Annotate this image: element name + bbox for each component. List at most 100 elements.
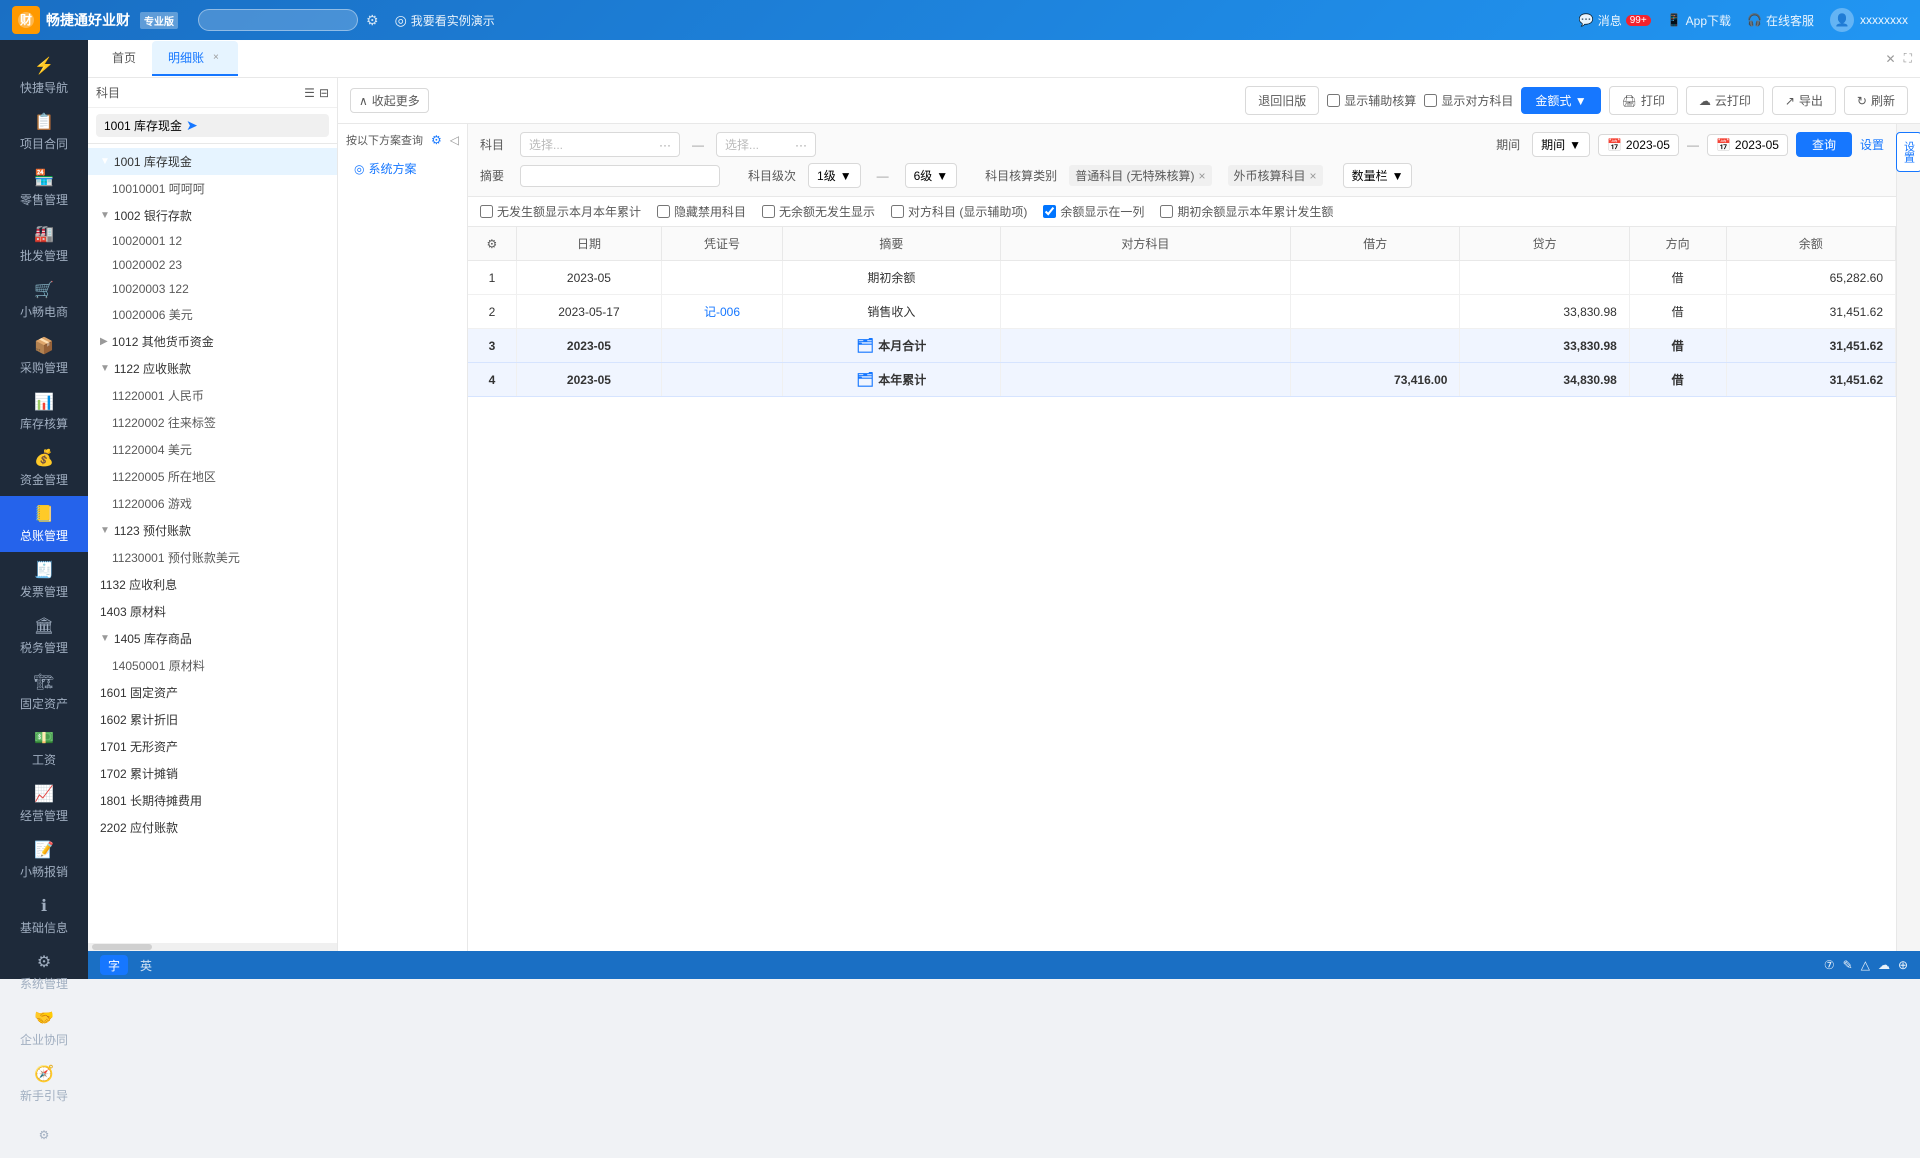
summary-input[interactable] [520, 165, 720, 187]
status-icon-5[interactable]: ⊕ [1898, 958, 1908, 972]
tree-item-10020006[interactable]: 10020006 美元 [88, 301, 337, 328]
account-nav-arrow[interactable]: ➤ [186, 117, 198, 134]
tree-item-2202[interactable]: 2202 应付账款 [88, 814, 337, 841]
query-settings-icon[interactable]: ⚙ [431, 133, 442, 147]
tree-item-11230001[interactable]: 11230001 预付账款美元 [88, 544, 337, 571]
tab-expand-icon[interactable]: ⛶ [1904, 51, 1912, 66]
cb-period-balance[interactable]: 期初余额显示本年累计发生额 [1160, 203, 1333, 220]
cb-hide-disabled[interactable]: 隐藏禁用科目 [657, 203, 746, 220]
no-occurrence-checkbox[interactable] [480, 205, 493, 218]
balance-inline-checkbox[interactable] [1043, 205, 1056, 218]
tree-item-11220005[interactable]: 11220005 所在地区 [88, 463, 337, 490]
cloud-print-btn[interactable]: ☁ 云打印 [1686, 86, 1764, 115]
filter-settings-btn[interactable]: 设置 [1860, 136, 1884, 153]
top-search-input[interactable] [198, 9, 358, 31]
collapse-icon[interactable]: ⊟ [319, 86, 329, 100]
collapse-more-btn[interactable]: ∧ 收起更多 [350, 88, 429, 113]
tree-item-11220004[interactable]: 11220004 美元 [88, 436, 337, 463]
refresh-btn[interactable]: ↻ 刷新 [1844, 86, 1908, 115]
tree-item-1123[interactable]: ▼ 1123 预付账款 [88, 517, 337, 544]
message-btn[interactable]: 💬 消息 99+ [1579, 12, 1651, 29]
search-btn[interactable]: 查询 [1796, 132, 1852, 157]
tree-item-10010001[interactable]: 10010001 呵呵呵 [88, 175, 337, 202]
cb-opposite-display[interactable]: 对方科目 (显示辅助项) [891, 203, 1027, 220]
tree-item-1801[interactable]: 1801 长期待摊费用 [88, 787, 337, 814]
online-service-btn[interactable]: 🎧 在线客服 [1747, 12, 1814, 29]
gear-icon[interactable]: ⚙ [487, 237, 498, 251]
subject-input[interactable]: 选择... ··· [520, 132, 680, 157]
tree-item-1602[interactable]: 1602 累计折旧 [88, 706, 337, 733]
lang-toggle[interactable]: 英 [140, 957, 152, 974]
sidebar-item-purchase[interactable]: 📦 采购管理 [0, 328, 88, 384]
query-collapse-icon[interactable]: ◁ [450, 133, 459, 147]
tab-close-btn[interactable]: × [210, 51, 222, 64]
aux-checkbox[interactable] [1327, 94, 1340, 107]
sidebar-item-sys-mgmt[interactable]: ⚙ 系统管理 [0, 944, 88, 1000]
tree-item-10020001[interactable]: 10020001 12 [88, 229, 337, 253]
tree-item-1132[interactable]: 1132 应收利息 [88, 571, 337, 598]
tree-item-1122[interactable]: ▼ 1122 应收账款 [88, 355, 337, 382]
app-download-btn[interactable]: 📱 App下载 [1667, 12, 1731, 29]
sidebar-item-enterprise[interactable]: 🤝 企业协同 [0, 1000, 88, 1056]
sidebar-item-wholesale[interactable]: 🏭 批发管理 [0, 216, 88, 272]
no-balance-checkbox[interactable] [762, 205, 775, 218]
level-from-select[interactable]: 1级 ▼ [808, 163, 861, 188]
tree-item-1601[interactable]: 1601 固定资产 [88, 679, 337, 706]
horizontal-scrollbar[interactable] [88, 943, 337, 951]
sidebar-item-invoice[interactable]: 🧾 发票管理 [0, 552, 88, 608]
status-icon-3[interactable]: △ [1861, 958, 1870, 972]
sidebar-item-operations[interactable]: 📈 经营管理 [0, 776, 88, 832]
calc-tag-close-2[interactable]: × [1310, 169, 1317, 183]
opposite-display-checkbox[interactable] [891, 205, 904, 218]
tree-item-1701[interactable]: 1701 无形资产 [88, 733, 337, 760]
tab-home[interactable]: 首页 [96, 41, 152, 76]
tab-detail-account[interactable]: 明细账 × [152, 41, 238, 76]
period-start-select[interactable]: 📅 2023-05 [1598, 134, 1679, 156]
hide-disabled-checkbox[interactable] [657, 205, 670, 218]
show-aux-check[interactable]: 显示辅助核算 [1327, 92, 1416, 109]
voucher-link[interactable]: 记-006 [704, 305, 740, 319]
cb-balance-inline[interactable]: 余额显示在一列 [1043, 203, 1144, 220]
sidebar-item-payroll[interactable]: 💵 工资 [0, 720, 88, 776]
demo-link[interactable]: ◎ 我要看实例演示 [395, 12, 495, 29]
tree-item-1403[interactable]: 1403 原材料 [88, 598, 337, 625]
back-to-old-btn[interactable]: 退回旧版 [1245, 86, 1319, 115]
sidebar-item-guide[interactable]: 🧭 新手引导 [0, 1056, 88, 1112]
period-end-select[interactable]: 📅 2023-05 [1707, 134, 1788, 156]
sidebar-item-ecommerce[interactable]: 🛒 小畅电商 [0, 272, 88, 328]
sidebar-item-project-contract[interactable]: 📋 项目合同 [0, 104, 88, 160]
sidebar-item-retail[interactable]: 🏪 零售管理 [0, 160, 88, 216]
period-balance-checkbox[interactable] [1160, 205, 1173, 218]
sidebar-item-general-ledger[interactable]: 📒 总账管理 [0, 496, 88, 552]
tree-item-1012[interactable]: ▶ 1012 其他货币资金 [88, 328, 337, 355]
status-icon-1[interactable]: ⑦ [1824, 958, 1835, 972]
tree-item-11220001[interactable]: 11220001 人民币 [88, 382, 337, 409]
tree-item-10020002[interactable]: 10020002 23 [88, 253, 337, 277]
status-icon-4[interactable]: ☁ [1878, 958, 1890, 972]
tab-close-icon[interactable]: ✕ [1886, 52, 1896, 66]
cb-no-balance[interactable]: 无余额无发生显示 [762, 203, 875, 220]
print-btn[interactable]: 🖨 打印 [1609, 86, 1678, 115]
tree-item-14050001[interactable]: 14050001 原材料 [88, 652, 337, 679]
side-settings-btn[interactable]: 设置 [1896, 132, 1920, 172]
quantity-select[interactable]: 数量栏 ▼ [1343, 163, 1413, 188]
opposite-checkbox[interactable] [1424, 94, 1437, 107]
amount-format-btn[interactable]: 金额式 ▼ [1521, 87, 1600, 114]
tree-item-1405[interactable]: ▼ 1405 库存商品 [88, 625, 337, 652]
sidebar-item-fixed-assets[interactable]: 🏗 固定资产 [0, 664, 88, 720]
subject-end-input[interactable]: 选择... ··· [716, 132, 816, 157]
export-btn[interactable]: ↗ 导出 [1772, 86, 1836, 115]
settings-icon[interactable]: ⚙ [366, 12, 379, 29]
tree-item-11220002[interactable]: 11220002 往来标签 [88, 409, 337, 436]
sidebar-settings-btn[interactable]: ⚙ [4, 1120, 84, 1150]
voucher-cell[interactable]: 记-006 [662, 295, 783, 329]
tree-item-11220006[interactable]: 11220006 游戏 [88, 490, 337, 517]
period-type-select[interactable]: 期间 ▼ [1532, 132, 1590, 157]
translate-btn[interactable]: 字 [100, 955, 128, 975]
list-view-icon[interactable]: ☰ [304, 86, 315, 100]
sidebar-item-quick-nav[interactable]: ⚡ 快捷导航 [0, 48, 88, 104]
sidebar-item-capital[interactable]: 💰 资金管理 [0, 440, 88, 496]
level-to-select[interactable]: 6级 ▼ [905, 163, 958, 188]
sidebar-item-basic-info[interactable]: ℹ 基础信息 [0, 888, 88, 944]
tree-item-1702[interactable]: 1702 累计摊销 [88, 760, 337, 787]
